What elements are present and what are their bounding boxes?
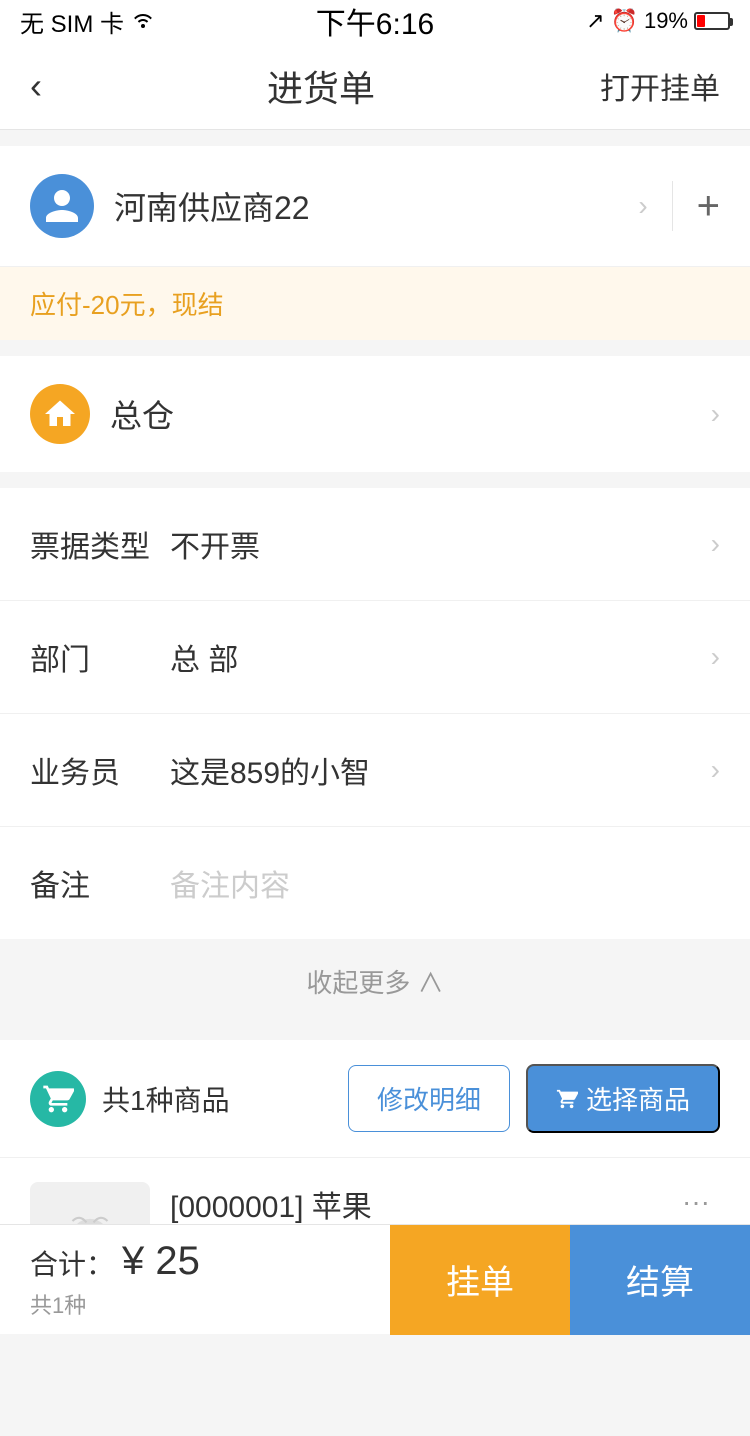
- product-more-button[interactable]: ···: [672, 1182, 720, 1222]
- status-time: 下午6:16: [316, 0, 434, 43]
- supplier-avatar: [30, 174, 94, 238]
- total-count: 共1种: [30, 1288, 360, 1320]
- select-product-button[interactable]: 选择商品: [526, 1064, 720, 1133]
- department-chevron-icon: ›: [711, 641, 720, 673]
- product-icon: [30, 1071, 86, 1127]
- department-row[interactable]: 部门 总 部 ›: [0, 601, 750, 714]
- supplier-section: 河南供应商22 › + 应付-20元，现结: [0, 146, 750, 340]
- remark-label: 备注: [30, 861, 170, 905]
- nav-bar: ‹ 进货单 打开挂单: [0, 42, 750, 130]
- product-count: 共1种商品: [102, 1079, 348, 1119]
- remark-input[interactable]: 备注内容: [170, 861, 290, 905]
- select-product-label: 选择商品: [586, 1080, 690, 1117]
- open-hang-button[interactable]: 打开挂单: [600, 64, 720, 108]
- warehouse-name: 总仓: [110, 391, 711, 437]
- salesman-row[interactable]: 业务员 这是859的小智 ›: [0, 714, 750, 827]
- total-amount: ¥ 25: [122, 1239, 200, 1284]
- status-left: 无 SIM 卡: [20, 4, 154, 39]
- status-right: ↗ ⏰ 19%: [586, 8, 730, 34]
- bottom-bar: 合计： ¥ 25 共1种 挂单 结算: [0, 1224, 750, 1334]
- ticket-type-label: 票据类型: [30, 522, 170, 566]
- supplier-chevron-icon: ›: [638, 190, 647, 222]
- warehouse-chevron-icon: ›: [711, 398, 720, 430]
- ticket-type-row[interactable]: 票据类型 不开票 ›: [0, 488, 750, 601]
- product-code: [0000001] 苹果: [170, 1191, 372, 1224]
- total-label-text: 合计：: [30, 1243, 114, 1283]
- product-name: [0000001] 苹果: [170, 1182, 672, 1226]
- warehouse-section: 总仓 ›: [0, 356, 750, 472]
- hang-button[interactable]: 挂单: [390, 1225, 570, 1335]
- status-bar: 无 SIM 卡 下午6:16 ↗ ⏰ 19%: [0, 0, 750, 42]
- salesman-value: 这是859的小智: [170, 748, 711, 792]
- edit-detail-button[interactable]: 修改明细: [348, 1065, 510, 1132]
- collapse-label: 收起更多 ∧: [306, 968, 443, 998]
- notice-text: 应付-20元，现结: [30, 290, 224, 320]
- wifi-icon: [132, 7, 154, 35]
- product-header: 共1种商品 修改明细 选择商品: [0, 1040, 750, 1158]
- battery-percent: 19%: [644, 8, 688, 34]
- back-button[interactable]: ‹: [30, 65, 42, 107]
- supplier-row[interactable]: 河南供应商22 › +: [0, 146, 750, 267]
- department-label: 部门: [30, 635, 170, 679]
- hang-label: 挂单: [446, 1255, 514, 1304]
- salesman-label: 业务员: [30, 748, 170, 792]
- add-button[interactable]: +: [697, 184, 720, 229]
- collapse-bar[interactable]: 收起更多 ∧: [0, 939, 750, 1024]
- notice-bar: 应付-20元，现结: [0, 267, 750, 340]
- page-title: 进货单: [267, 60, 375, 112]
- total-label: 合计： ¥ 25: [30, 1239, 360, 1284]
- location-icon: ↗: [586, 8, 604, 34]
- ticket-type-chevron-icon: ›: [711, 528, 720, 560]
- supplier-name: 河南供应商22: [114, 183, 638, 229]
- checkout-button[interactable]: 结算: [570, 1225, 750, 1335]
- battery-icon: [694, 12, 730, 30]
- department-value: 总 部: [170, 635, 711, 679]
- warehouse-icon: [30, 384, 90, 444]
- remark-row[interactable]: 备注 备注内容: [0, 827, 750, 939]
- warehouse-row[interactable]: 总仓 ›: [0, 356, 750, 472]
- form-section: 票据类型 不开票 › 部门 总 部 › 业务员 这是859的小智 › 备注 备注…: [0, 488, 750, 939]
- carrier-text: 无 SIM 卡: [20, 4, 124, 39]
- salesman-chevron-icon: ›: [711, 754, 720, 786]
- divider: [672, 181, 673, 231]
- total-area: 合计： ¥ 25 共1种: [0, 1239, 390, 1320]
- alarm-icon: ⏰: [611, 8, 638, 34]
- checkout-label: 结算: [626, 1255, 694, 1304]
- ticket-type-value: 不开票: [170, 522, 711, 566]
